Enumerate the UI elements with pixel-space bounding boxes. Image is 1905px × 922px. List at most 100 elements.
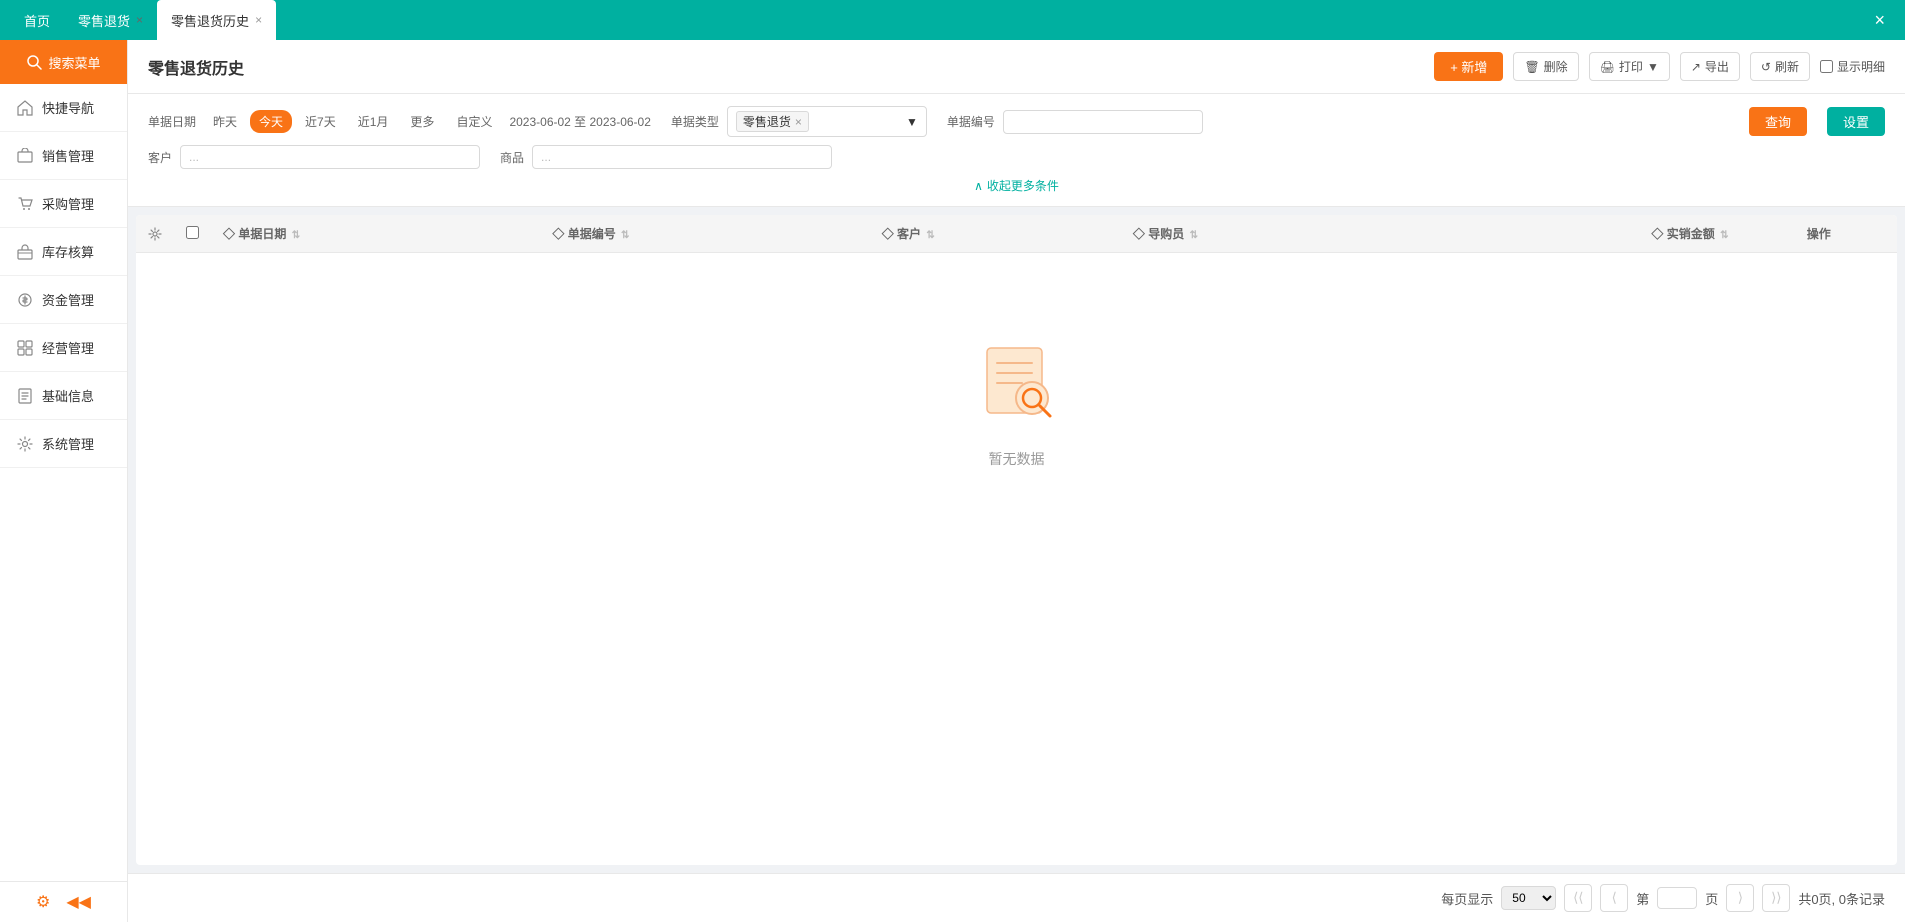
tab-home[interactable]: 首页 [10, 0, 64, 40]
doc-no-input[interactable] [1003, 110, 1203, 134]
sidebar-item-inventory-label: 库存核算 [42, 242, 94, 261]
inventory-icon [16, 243, 34, 261]
customer-label: 客户 [148, 149, 172, 166]
date-btn-today[interactable]: 今天 [250, 110, 292, 133]
sidebar-search[interactable]: 搜索菜单 [0, 40, 127, 84]
customer-placeholder: ... [189, 150, 199, 164]
tab-retail-return-history[interactable]: 零售退货历史 × [157, 0, 276, 40]
date-btn-yesterday[interactable]: 昨天 [204, 110, 246, 133]
date-btn-1month[interactable]: 近1月 [349, 110, 398, 133]
delete-button[interactable]: 🗑 删除 [1513, 52, 1578, 81]
tab-retail-return[interactable]: 零售退货 × [64, 0, 157, 40]
sort-icon-doc-no: ⇅ [621, 230, 629, 241]
filter-area: 单据日期 昨天 今天 近7天 近1月 更多 自定义 2023-06-02 至 2… [128, 94, 1905, 207]
sidebar-item-sales[interactable]: 销售管理 [0, 132, 127, 180]
th-setting[interactable] [136, 215, 174, 253]
customer-select[interactable]: ... [180, 145, 480, 169]
date-btn-custom[interactable]: 自定义 [447, 110, 501, 133]
th-doc-no[interactable]: ◇ 单据编号 ⇅ [540, 215, 869, 253]
filter-row-2: 客户 ... 商品 ... [148, 145, 1885, 169]
th-guide[interactable]: ◇ 导购员 ⇅ [1121, 215, 1411, 253]
empty-state-cell: 暂无数据 [136, 253, 1897, 550]
home-icon [16, 99, 34, 117]
th-action-label: 操作 [1807, 227, 1831, 241]
setting-button[interactable]: 设置 [1827, 107, 1885, 136]
export-icon: ↗ [1691, 60, 1701, 74]
sidebar-search-label: 搜索菜单 [48, 53, 100, 72]
page-header: 零售退货历史 + 新增 🗑 删除 🖨 打印 ▼ ↗ 导出 ↺ [128, 40, 1905, 94]
empty-illustration [967, 333, 1067, 433]
table-header-row: ◇ 单据日期 ⇅ ◇ 单据编号 ⇅ ◇ 客户 ⇅ ◇ 导购员 [136, 215, 1897, 253]
collapse-row: ∧ 收起更多条件 [148, 177, 1885, 194]
print-button[interactable]: 🖨 打印 ▼ [1589, 52, 1670, 81]
table-header: ◇ 单据日期 ⇅ ◇ 单据编号 ⇅ ◇ 客户 ⇅ ◇ 导购员 [136, 215, 1897, 253]
page-next-button[interactable]: ⟩ [1726, 884, 1754, 912]
purchase-icon [16, 195, 34, 213]
empty-state-row: 暂无数据 [136, 253, 1897, 550]
th-check[interactable] [174, 215, 211, 253]
delete-icon: 🗑 [1524, 60, 1539, 74]
tab-retail-return-history-close[interactable]: × [255, 13, 262, 27]
page-number-input[interactable]: 1 [1657, 887, 1697, 909]
show-detail-checkbox-label[interactable]: 显示明细 [1820, 58, 1885, 75]
query-button[interactable]: 查询 [1749, 107, 1807, 136]
search-icon [26, 54, 42, 71]
base-info-icon [16, 387, 34, 405]
sidebar-item-system[interactable]: 系统管理 [0, 420, 127, 468]
sort-icon-doc-date: ⇅ [292, 230, 300, 241]
page-last-button[interactable]: ⟩⟩ [1762, 884, 1790, 912]
per-page-label: 每页显示 [1441, 889, 1493, 908]
show-detail-checkbox[interactable] [1820, 60, 1833, 73]
select-all-checkbox[interactable] [186, 226, 199, 239]
export-button[interactable]: ↗ 导出 [1680, 52, 1740, 81]
doc-type-label: 单据类型 [671, 113, 719, 130]
window-close-button[interactable]: × [1864, 10, 1895, 31]
page-label: 第 [1636, 889, 1649, 908]
volume-icon[interactable]: ◀◀ [66, 892, 91, 912]
tab-retail-return-close[interactable]: × [136, 13, 143, 27]
page-title: 零售退货历史 [148, 55, 244, 79]
new-button[interactable]: + 新增 [1434, 52, 1503, 81]
page-first-button[interactable]: ⟨⟨ [1564, 884, 1592, 912]
total-info: 共0页, 0条记录 [1798, 889, 1885, 908]
system-icon [16, 435, 34, 453]
doc-type-tag-close[interactable]: × [795, 115, 802, 129]
sidebar-item-purchase-label: 采购管理 [42, 194, 94, 213]
refresh-button[interactable]: ↺ 刷新 [1750, 52, 1810, 81]
date-btn-more[interactable]: 更多 [401, 110, 443, 133]
doc-type-select[interactable]: 零售退货 × ▼ [727, 106, 927, 137]
table-body: 暂无数据 [136, 253, 1897, 550]
tab-retail-return-label: 零售退货 [78, 11, 130, 30]
per-page-select[interactable]: 10 20 50 100 [1501, 886, 1556, 910]
collapse-button[interactable]: ∧ 收起更多条件 [974, 177, 1059, 194]
tab-retail-return-history-label: 零售退货历史 [171, 11, 249, 30]
data-table: ◇ 单据日期 ⇅ ◇ 单据编号 ⇅ ◇ 客户 ⇅ ◇ 导购员 [136, 215, 1897, 549]
table-container: ◇ 单据日期 ⇅ ◇ 单据编号 ⇅ ◇ 客户 ⇅ ◇ 导购员 [136, 215, 1897, 865]
th-actual-amount[interactable]: ◇ 实销金额 ⇅ [1411, 215, 1740, 253]
sidebar-item-finance[interactable]: 资金管理 [0, 276, 127, 324]
page-prev-button[interactable]: ⟨ [1600, 884, 1628, 912]
date-btn-7days[interactable]: 近7天 [296, 110, 345, 133]
sidebar-item-base-info[interactable]: 基础信息 [0, 372, 127, 420]
sidebar-item-quick-nav[interactable]: 快捷导航 [0, 84, 127, 132]
operations-icon [16, 339, 34, 357]
sidebar-item-purchase[interactable]: 采购管理 [0, 180, 127, 228]
tab-home-label: 首页 [24, 11, 50, 30]
goods-select[interactable]: ... [532, 145, 832, 169]
doc-no-label: 单据编号 [947, 113, 995, 130]
th-actual-amount-label: ◇ 实销金额 [1651, 227, 1714, 241]
th-customer[interactable]: ◇ 客户 ⇅ [870, 215, 1121, 253]
sidebar-item-base-info-label: 基础信息 [42, 386, 94, 405]
sidebar-item-inventory[interactable]: 库存核算 [0, 228, 127, 276]
print-icon: 🖨 [1600, 60, 1615, 74]
th-doc-date[interactable]: ◇ 单据日期 ⇅ [211, 215, 540, 253]
sales-icon [16, 147, 34, 165]
page-suffix: 页 [1705, 889, 1718, 908]
collapse-up-icon: ∧ [974, 179, 983, 193]
sidebar-item-finance-label: 资金管理 [42, 290, 94, 309]
column-setting-icon[interactable] [148, 226, 162, 240]
customer-filter-item: 客户 ... [148, 145, 480, 169]
filter-row-1: 单据日期 昨天 今天 近7天 近1月 更多 自定义 2023-06-02 至 2… [148, 106, 1885, 137]
settings-bottom-icon[interactable]: ⚙ [36, 892, 50, 912]
sidebar-item-operations[interactable]: 经营管理 [0, 324, 127, 372]
